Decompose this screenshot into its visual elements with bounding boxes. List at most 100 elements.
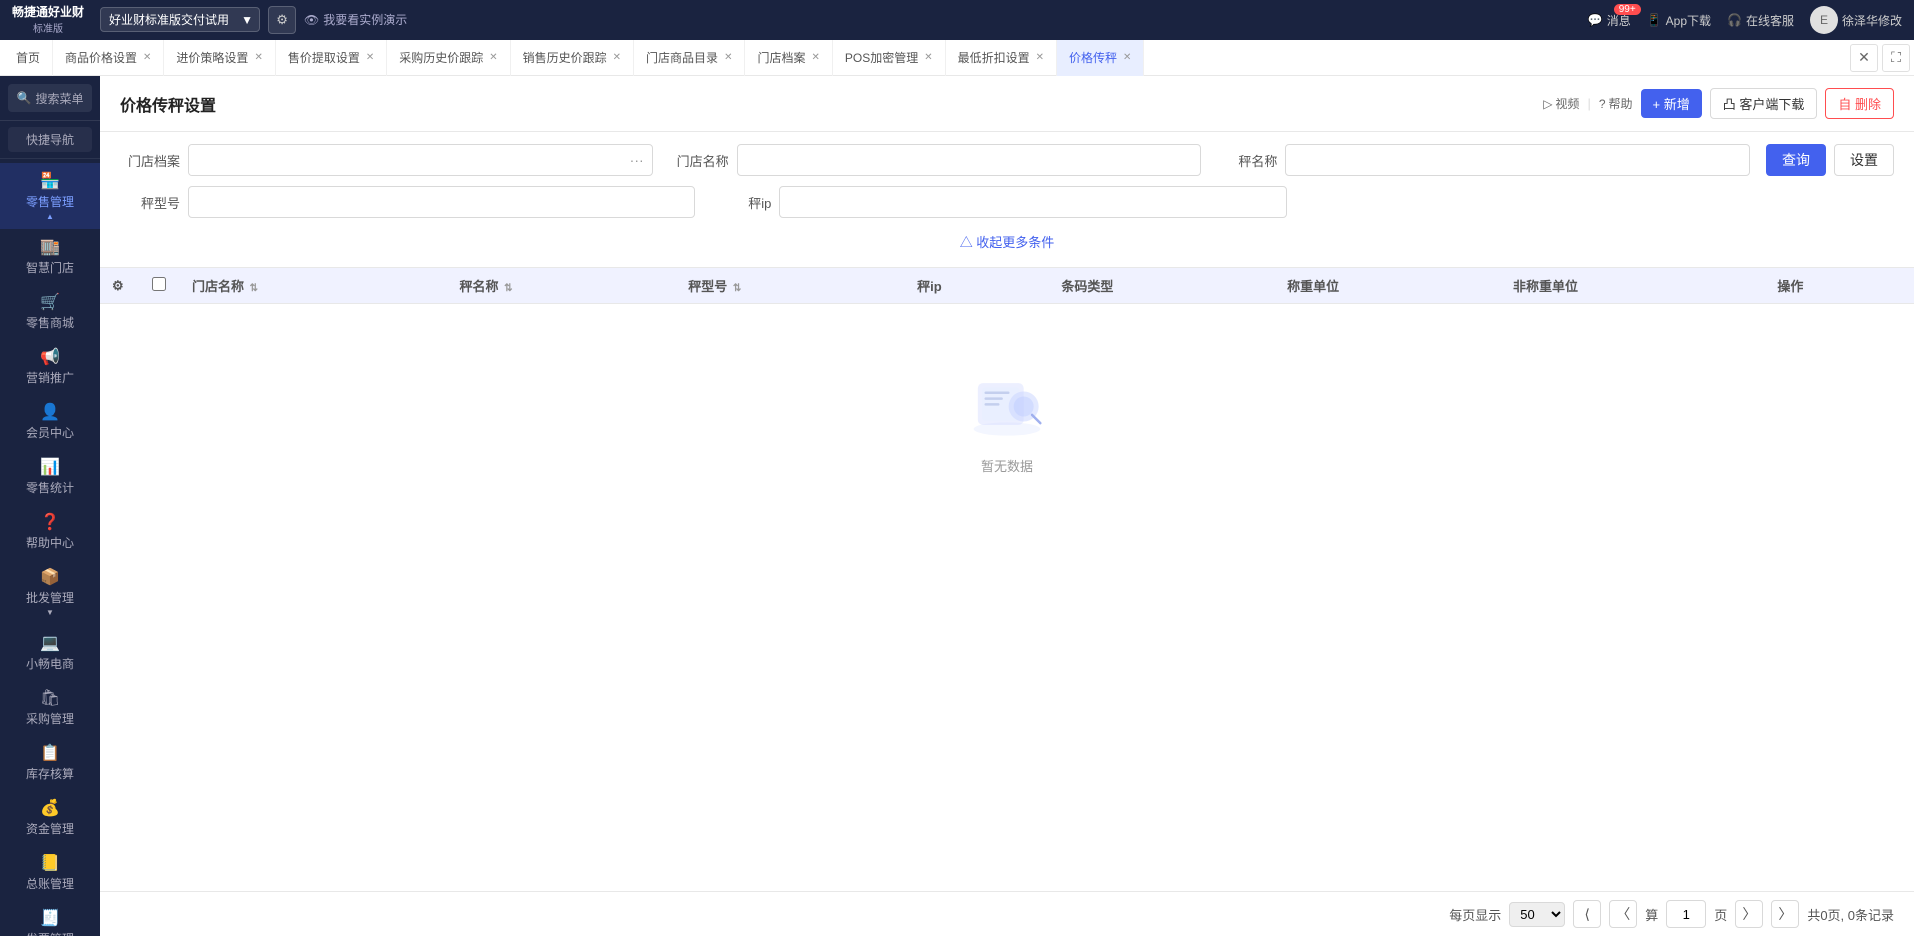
- th-store-name[interactable]: 门店名称 ⇅: [180, 268, 447, 304]
- page-number-input[interactable]: [1666, 900, 1706, 928]
- app-download-button[interactable]: 📱 App下载: [1647, 12, 1711, 29]
- next-page-icon: 〉: [1742, 904, 1756, 924]
- sidebar-item-ecommerce[interactable]: 💻 小畅电商: [0, 625, 100, 680]
- tab-store-archive[interactable]: 门店档案 ✕: [745, 40, 832, 76]
- close-icon[interactable]: ✕: [613, 52, 621, 63]
- quick-nav-button[interactable]: 快捷导航: [8, 127, 92, 152]
- scale-ip-input[interactable]: [779, 186, 1286, 218]
- box-icon: 📦: [40, 567, 60, 587]
- close-icon[interactable]: ✕: [366, 52, 374, 63]
- search-menu-button[interactable]: 🔍 搜索菜单: [8, 84, 92, 112]
- tab-product-pricing[interactable]: 商品价格设置 ✕: [53, 40, 164, 76]
- store-icon: 🏪: [40, 171, 60, 191]
- filter-store-archive: 门店档案 ···: [120, 144, 653, 176]
- ellipsis-icon[interactable]: ···: [622, 152, 652, 168]
- tab-purchase-strategy[interactable]: 进价策略设置 ✕: [164, 40, 275, 76]
- store-archive-input[interactable]: [189, 144, 622, 176]
- filter-store-name: 门店名称: [669, 144, 1202, 176]
- tab-fullscreen-button[interactable]: ⛶: [1882, 44, 1910, 72]
- demo-button[interactable]: 👁 我要看实例演示: [304, 11, 407, 28]
- th-check[interactable]: [140, 268, 180, 304]
- topbar-settings-button[interactable]: ⚙: [268, 6, 296, 34]
- scale-ip-label: 秤ip: [711, 193, 771, 212]
- tab-price-scale[interactable]: 价格传秤 ✕: [1057, 40, 1144, 76]
- tab-store-catalog-label: 门店商品目录: [646, 49, 718, 66]
- close-icon[interactable]: ✕: [1123, 52, 1131, 63]
- user-icon: 👤: [40, 402, 60, 422]
- set-button[interactable]: 设置: [1834, 144, 1894, 176]
- filter-area: 门店档案 ··· 门店名称 秤名称 查询 设置: [100, 132, 1914, 268]
- prev-page-button[interactable]: 〈: [1609, 900, 1637, 928]
- query-button[interactable]: 查询: [1766, 144, 1826, 176]
- sidebar-item-inventory[interactable]: 📋 库存核算: [0, 735, 100, 790]
- tab-product-pricing-label: 商品价格设置: [65, 49, 137, 66]
- tab-home[interactable]: 首页: [4, 40, 53, 76]
- select-all-checkbox[interactable]: [152, 277, 166, 291]
- tab-close-all-button[interactable]: ✕: [1850, 44, 1878, 72]
- sidebar-item-help-center[interactable]: ❓ 帮助中心: [0, 504, 100, 559]
- content-area: 价格传秤设置 ▷ 视频 | ? 帮助 + 新增 凸 客户端下载 自 删除: [100, 76, 1914, 936]
- headset-icon: 🎧: [1727, 13, 1742, 27]
- close-icon[interactable]: ✕: [143, 52, 151, 63]
- help-icon: ?: [1599, 97, 1606, 111]
- tab-sale-price[interactable]: 售价提取设置 ✕: [276, 40, 387, 76]
- add-button[interactable]: + 新增: [1641, 89, 1702, 118]
- tab-min-discount[interactable]: 最低折扣设置 ✕: [946, 40, 1057, 76]
- next-page-button[interactable]: 〉: [1735, 900, 1763, 928]
- sidebar-item-retail-stats[interactable]: 📊 零售统计: [0, 449, 100, 504]
- collapse-button[interactable]: △ 收起更多条件: [952, 228, 1063, 255]
- tab-pos-management[interactable]: POS加密管理 ✕: [833, 40, 946, 76]
- scale-name-input[interactable]: [1285, 144, 1750, 176]
- user-menu-button[interactable]: E 徐泽华修改: [1810, 6, 1902, 34]
- tab-sales-history[interactable]: 销售历史价跟踪 ✕: [511, 40, 634, 76]
- sidebar-item-marketing[interactable]: 📢 营销推广: [0, 339, 100, 394]
- sidebar-item-member-center[interactable]: 👤 会员中心: [0, 394, 100, 449]
- sidebar-item-invoice[interactable]: 🧾 发票管理: [0, 900, 100, 936]
- video-link[interactable]: ▷ 视频: [1543, 95, 1579, 112]
- online-service-button[interactable]: 🎧 在线客服: [1727, 12, 1794, 29]
- sidebar-item-retail-management[interactable]: 🏪 零售管理 ▲: [0, 163, 100, 229]
- tab-store-catalog[interactable]: 门店商品目录 ✕: [634, 40, 745, 76]
- close-icon[interactable]: ✕: [724, 52, 732, 63]
- close-icon[interactable]: ✕: [489, 52, 497, 63]
- search-icon: 🔍: [17, 91, 32, 105]
- page-title: 价格传秤设置: [120, 92, 216, 116]
- version-selector[interactable]: 好业财标准版交付试用 ▼: [100, 7, 260, 32]
- store-name-input[interactable]: [737, 144, 1202, 176]
- table-header-row: ⚙ 门店名称 ⇅ 秤名称 ⇅: [100, 268, 1914, 304]
- th-settings[interactable]: ⚙: [100, 268, 140, 304]
- first-page-button[interactable]: ⟨: [1573, 900, 1601, 928]
- last-page-icon: 〉: [1778, 904, 1792, 924]
- th-scale-model[interactable]: 秤型号 ⇅: [676, 268, 905, 304]
- sidebar-item-online-shop[interactable]: 🛒 零售商城: [0, 284, 100, 339]
- download-button[interactable]: 凸 客户端下载: [1710, 88, 1818, 119]
- sidebar-item-general-ledger[interactable]: 📒 总账管理: [0, 845, 100, 900]
- tab-purchase-history[interactable]: 采购历史价跟踪 ✕: [387, 40, 510, 76]
- close-icon[interactable]: ✕: [1036, 52, 1044, 63]
- delete-button[interactable]: 自 删除: [1825, 88, 1894, 119]
- sort-icon: ⇅: [504, 283, 512, 294]
- filter-scale-model: 秤型号: [120, 186, 695, 218]
- sidebar-item-smart-store[interactable]: 🏬 智慧门店: [0, 229, 100, 284]
- close-icon[interactable]: ✕: [811, 52, 819, 63]
- filter-actions: 查询 设置: [1766, 144, 1894, 176]
- th-barcode-type: 条码类型: [1049, 268, 1275, 304]
- sidebar-item-wholesale[interactable]: 📦 批发管理 ▼: [0, 559, 100, 625]
- tab-min-discount-label: 最低折扣设置: [958, 49, 1030, 66]
- sidebar-item-purchase[interactable]: 🛍 采购管理: [0, 680, 100, 735]
- sidebar-item-finance[interactable]: 💰 资金管理: [0, 790, 100, 845]
- last-page-button[interactable]: 〉: [1771, 900, 1799, 928]
- empty-row: 暂无数据: [100, 304, 1914, 536]
- scale-model-label: 秤型号: [120, 193, 180, 212]
- per-page-select[interactable]: 50 100 200: [1509, 902, 1565, 927]
- messages-button[interactable]: 💬 消息 99+: [1588, 12, 1631, 29]
- th-scale-name[interactable]: 秤名称 ⇅: [447, 268, 676, 304]
- filter-row-2: 秤型号 秤ip: [120, 186, 1894, 218]
- per-page-label: 每页显示: [1449, 905, 1501, 924]
- help-link[interactable]: ? 帮助: [1599, 95, 1633, 112]
- scale-model-input[interactable]: [188, 186, 695, 218]
- close-icon[interactable]: ✕: [254, 52, 262, 63]
- tab-sale-price-label: 售价提取设置: [288, 49, 360, 66]
- version-label: 好业财标准版交付试用: [109, 11, 229, 28]
- close-icon[interactable]: ✕: [924, 52, 932, 63]
